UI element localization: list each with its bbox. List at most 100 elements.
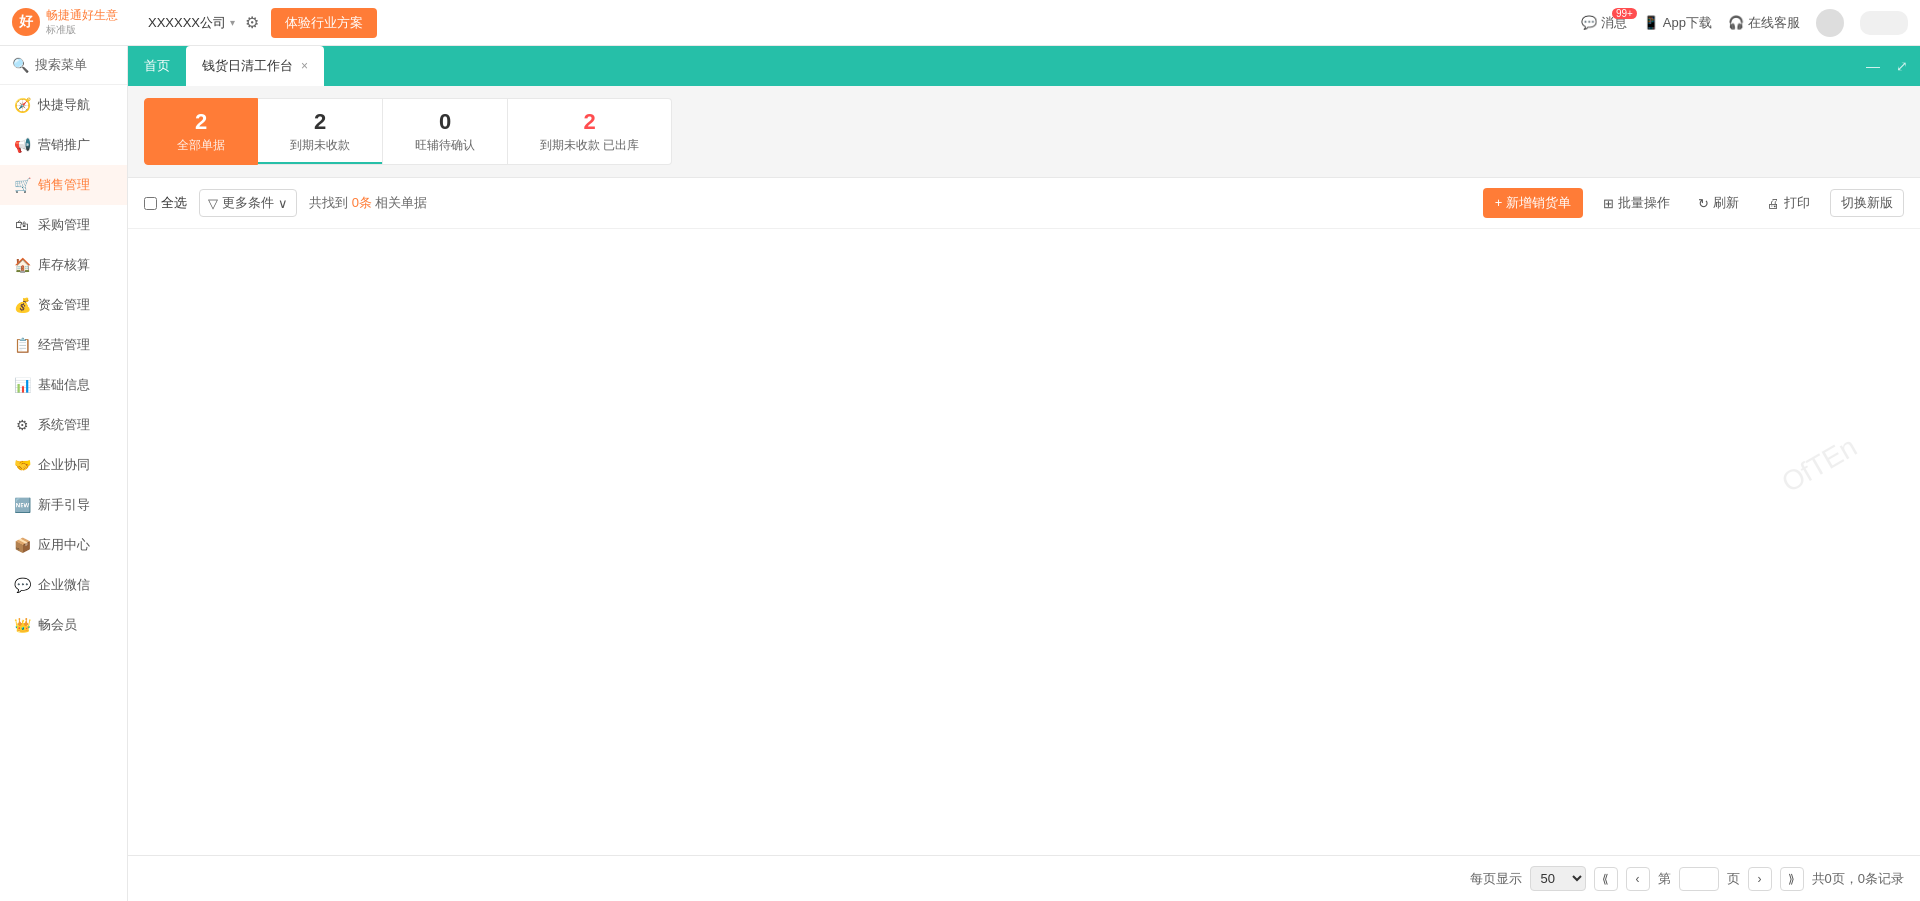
sidebar-item-member[interactable]: 👑 畅会员 bbox=[0, 605, 127, 645]
print-label: 打印 bbox=[1784, 194, 1810, 212]
sidebar-label-marketing: 营销推广 bbox=[38, 136, 90, 154]
sidebar-icon-app-center: 📦 bbox=[12, 535, 32, 555]
avatar[interactable] bbox=[1816, 9, 1844, 37]
company-selector[interactable]: XXXXXX公司 ▾ bbox=[148, 14, 235, 32]
message-button[interactable]: 💬 消息 99+ bbox=[1581, 14, 1627, 32]
select-all-label: 全选 bbox=[161, 194, 187, 212]
sidebar-label-inventory: 库存核算 bbox=[38, 256, 90, 274]
toolbar-right: + 新增销货单 ⊞ 批量操作 ↻ 刷新 🖨 打印 切换新版 bbox=[1483, 188, 1904, 218]
sidebar-item-operations[interactable]: 📋 经营管理 bbox=[0, 325, 127, 365]
sidebar-icon-marketing: 📢 bbox=[12, 135, 32, 155]
page-size-select[interactable]: 2050100 bbox=[1530, 866, 1586, 891]
sidebar-item-purchase[interactable]: 🛍 采购管理 bbox=[0, 205, 127, 245]
tab-home[interactable]: 首页 bbox=[128, 46, 186, 86]
count-value: 0条 bbox=[352, 195, 372, 210]
sidebar-icon-member: 👑 bbox=[12, 615, 32, 635]
sidebar-item-wechat[interactable]: 💬 企业微信 bbox=[0, 565, 127, 605]
page-label-after: 页 bbox=[1727, 870, 1740, 888]
app-download-icon: 📱 bbox=[1643, 15, 1659, 30]
sidebar-item-app-center[interactable]: 📦 应用中心 bbox=[0, 525, 127, 565]
sidebar-icon-enterprise: 🤝 bbox=[12, 455, 32, 475]
app-download-button[interactable]: 📱 App下载 bbox=[1643, 14, 1712, 32]
sidebar-search[interactable]: 🔍 搜索菜单 bbox=[0, 46, 127, 85]
print-button[interactable]: 🖨 打印 bbox=[1759, 190, 1818, 216]
sidebar-label-enterprise: 企业协同 bbox=[38, 456, 90, 474]
company-name: XXXXXX公司 bbox=[148, 14, 226, 32]
stat-tab-overdue-unshipped[interactable]: 2 到期未收款 已出库 bbox=[508, 98, 672, 165]
sidebar-item-system[interactable]: ⚙ 系统管理 bbox=[0, 405, 127, 445]
sidebar-icon-finance: 💰 bbox=[12, 295, 32, 315]
batch-operation-button[interactable]: ⊞ 批量操作 bbox=[1595, 190, 1678, 216]
stat-tab-wangdian-pending[interactable]: 0 旺辅待确认 bbox=[383, 98, 508, 165]
page-number-input[interactable]: 1 bbox=[1679, 867, 1719, 891]
sidebar-items-container: 🧭 快捷导航 📢 营销推广 🛒 销售管理 🛍 采购管理 🏠 库存核算 💰 资金管… bbox=[0, 85, 127, 645]
total-info: 共0页，0条记录 bbox=[1812, 870, 1904, 888]
active-tab-label: 钱货日清工作台 bbox=[202, 57, 293, 75]
stat-count-overdue-unshipped: 2 bbox=[584, 109, 596, 135]
app-download-label: App下载 bbox=[1663, 14, 1712, 32]
stat-label-all: 全部单据 bbox=[177, 137, 225, 154]
page-size-label: 每页显示 bbox=[1470, 870, 1522, 888]
logo-icon: 好 bbox=[12, 8, 40, 36]
sidebar-label-member: 畅会员 bbox=[38, 616, 77, 634]
sidebar-item-newbie[interactable]: 🆕 新手引导 bbox=[0, 485, 127, 525]
sidebar-item-basic-info[interactable]: 📊 基础信息 bbox=[0, 365, 127, 405]
sidebar-label-wechat: 企业微信 bbox=[38, 576, 90, 594]
refresh-label: 刷新 bbox=[1713, 194, 1739, 212]
sidebar-item-inventory[interactable]: 🏠 库存核算 bbox=[0, 245, 127, 285]
avatar-name[interactable] bbox=[1860, 11, 1908, 35]
count-info: 共找到 0条 相关单据 bbox=[309, 194, 427, 212]
message-icon: 💬 bbox=[1581, 15, 1597, 30]
stat-label-overdue-uncollected: 到期未收款 bbox=[290, 137, 350, 154]
top-header: 好 畅捷通好生意 标准版 XXXXXX公司 ▾ ⚙ 体验行业方案 💬 消息 99… bbox=[0, 0, 1920, 46]
new-sales-order-button[interactable]: + 新增销货单 bbox=[1483, 188, 1583, 218]
stat-tab-all[interactable]: 2 全部单据 bbox=[144, 98, 258, 165]
tab-bar: 首页 钱货日清工作台 × — ⤢ bbox=[128, 46, 1920, 86]
select-all-checkbox[interactable]: 全选 bbox=[144, 194, 187, 212]
maximize-button[interactable]: ⤢ bbox=[1892, 54, 1912, 78]
filter-button[interactable]: ▽ 更多条件 ∨ bbox=[199, 189, 297, 217]
stat-tab-overdue-uncollected[interactable]: 2 到期未收款 bbox=[258, 98, 383, 165]
batch-icon: ⊞ bbox=[1603, 196, 1614, 211]
logo-text: 畅捷通好生意 bbox=[46, 8, 118, 22]
settings-icon[interactable]: ⚙ bbox=[245, 13, 259, 32]
sidebar-icon-basic-info: 📊 bbox=[12, 375, 32, 395]
select-all-input[interactable] bbox=[144, 197, 157, 210]
switch-version-button[interactable]: 切换新版 bbox=[1830, 189, 1904, 217]
sidebar-icon-purchase: 🛍 bbox=[12, 215, 32, 235]
trial-button[interactable]: 体验行业方案 bbox=[271, 8, 377, 38]
stat-label-wangdian-pending: 旺辅待确认 bbox=[415, 137, 475, 154]
stats-tabs: 2 全部单据 2 到期未收款 0 旺辅待确认 2 到期未收款 已出库 bbox=[144, 98, 1904, 165]
tab-active[interactable]: 钱货日清工作台 × bbox=[186, 46, 324, 86]
logo-area: 好 畅捷通好生意 标准版 bbox=[12, 8, 140, 36]
sidebar-item-enterprise[interactable]: 🤝 企业协同 bbox=[0, 445, 127, 485]
chevron-filter-icon: ∨ bbox=[278, 196, 288, 211]
sidebar-label-quick-nav: 快捷导航 bbox=[38, 96, 90, 114]
last-page-button[interactable]: ⟫ bbox=[1780, 867, 1804, 891]
next-page-button[interactable]: › bbox=[1748, 867, 1772, 891]
pagination-bar: 每页显示 2050100 ⟪ ‹ 第 1 页 › ⟫ 共0页，0条记录 bbox=[128, 855, 1920, 901]
print-icon: 🖨 bbox=[1767, 196, 1780, 211]
minimize-button[interactable]: — bbox=[1862, 54, 1884, 78]
sidebar-label-basic-info: 基础信息 bbox=[38, 376, 90, 394]
sidebar-label-sales: 销售管理 bbox=[38, 176, 90, 194]
prev-page-button[interactable]: ‹ bbox=[1626, 867, 1650, 891]
sidebar: 🔍 搜索菜单 🧭 快捷导航 📢 营销推广 🛒 销售管理 🛍 采购管理 🏠 库存核… bbox=[0, 46, 128, 901]
sidebar-item-marketing[interactable]: 📢 营销推广 bbox=[0, 125, 127, 165]
tab-close-icon[interactable]: × bbox=[301, 59, 308, 73]
chevron-down-icon: ▾ bbox=[230, 17, 235, 28]
sidebar-item-finance[interactable]: 💰 资金管理 bbox=[0, 285, 127, 325]
batch-label: 批量操作 bbox=[1618, 194, 1670, 212]
online-service-button[interactable]: 🎧 在线客服 bbox=[1728, 14, 1800, 32]
sidebar-icon-wechat: 💬 bbox=[12, 575, 32, 595]
stats-bar: 2 全部单据 2 到期未收款 0 旺辅待确认 2 到期未收款 已出库 bbox=[128, 86, 1920, 178]
sidebar-label-purchase: 采购管理 bbox=[38, 216, 90, 234]
sidebar-item-quick-nav[interactable]: 🧭 快捷导航 bbox=[0, 85, 127, 125]
sidebar-label-finance: 资金管理 bbox=[38, 296, 90, 314]
sidebar-icon-quick-nav: 🧭 bbox=[12, 95, 32, 115]
headset-icon: 🎧 bbox=[1728, 15, 1744, 30]
sidebar-item-sales[interactable]: 🛒 销售管理 bbox=[0, 165, 127, 205]
first-page-button[interactable]: ⟪ bbox=[1594, 867, 1618, 891]
stat-count-overdue-uncollected: 2 bbox=[314, 109, 326, 135]
refresh-button[interactable]: ↻ 刷新 bbox=[1690, 190, 1747, 216]
